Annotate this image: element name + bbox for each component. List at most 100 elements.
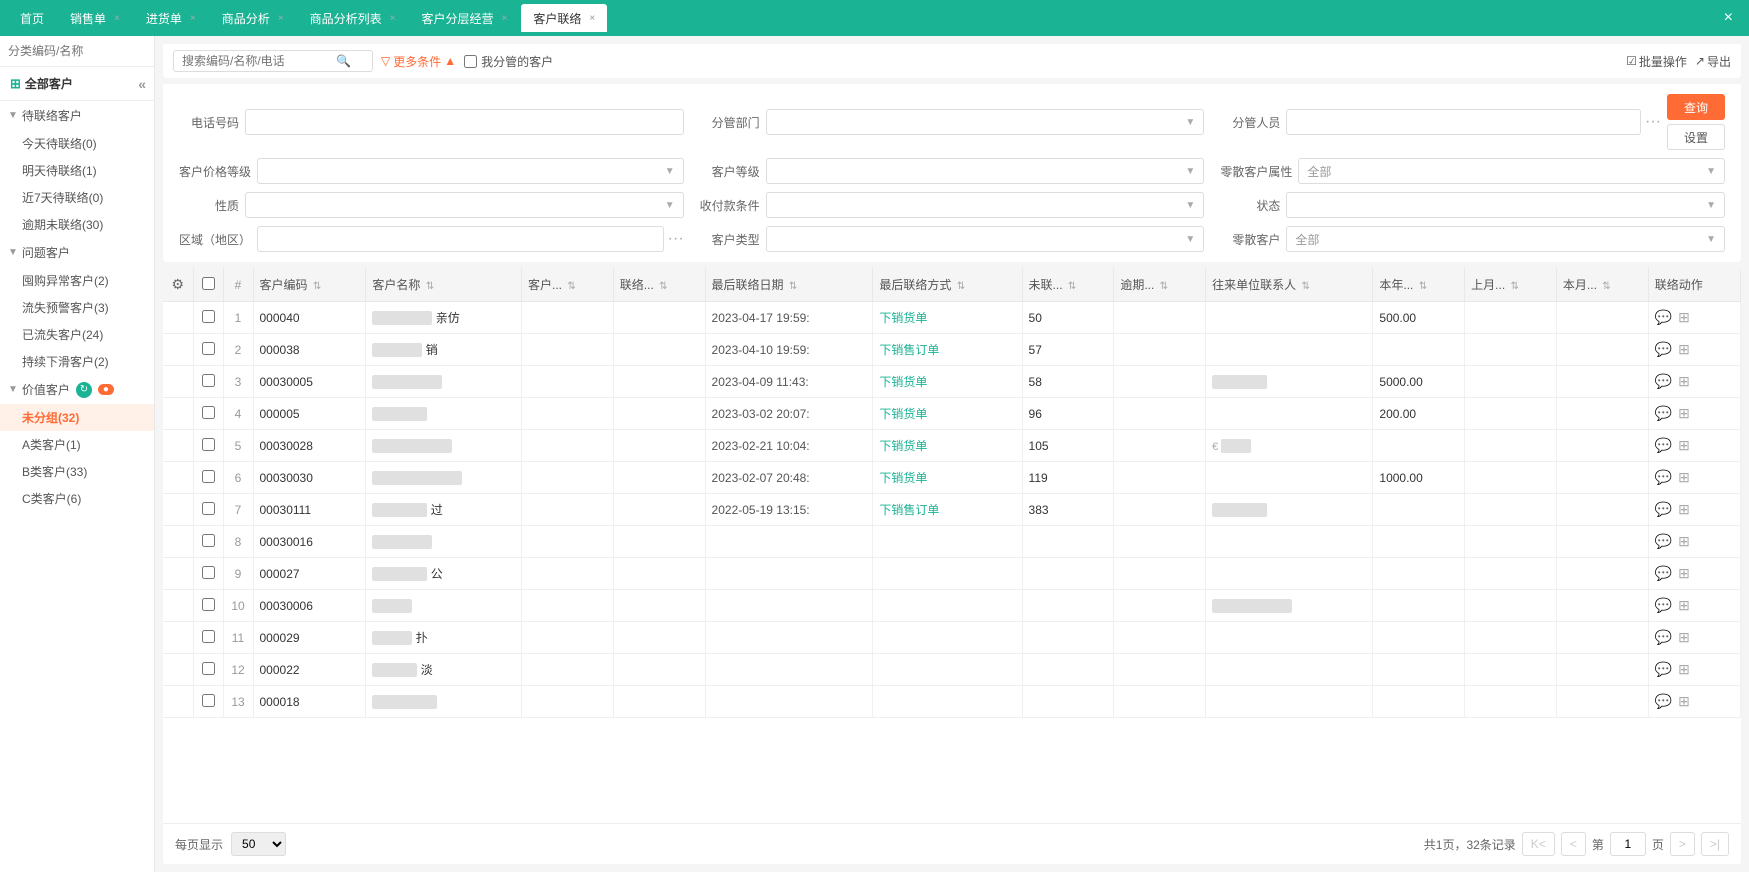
chat-action-icon[interactable]: 💬 [1655,501,1672,518]
value-refresh-icon[interactable]: ↻ [76,382,92,398]
gear-icon[interactable]: ⚙ [171,276,184,292]
chat-action-icon[interactable]: 💬 [1655,341,1672,358]
more-action-icon[interactable]: ⊞ [1678,373,1690,390]
row-checkbox[interactable] [202,310,215,323]
more-action-icon[interactable]: ⊞ [1678,405,1690,422]
row-check[interactable] [193,366,223,398]
th-last-method[interactable]: 最后联络方式 ⇅ [873,268,1022,302]
row-last-method[interactable]: 下销货单 [873,398,1022,430]
my-customers-checkbox[interactable] [464,55,477,68]
row-check[interactable] [193,430,223,462]
more-action-icon[interactable]: ⊞ [1678,437,1690,454]
sidebar-item-abnormal[interactable]: 囤购异常客户(2) [0,267,154,294]
row-check[interactable] [193,654,223,686]
th-this-month[interactable]: 本月... ⇅ [1556,268,1648,302]
search-icon[interactable]: 🔍 [336,54,351,68]
row-checkbox[interactable] [202,630,215,643]
nature-select[interactable]: ▼ [245,192,684,218]
per-page-select[interactable]: 50 100 200 [231,832,286,856]
row-check[interactable] [193,590,223,622]
row-checkbox[interactable] [202,598,215,611]
manager-dots-btn[interactable]: ··· [1645,113,1661,131]
last-method-link[interactable]: 下销货单 [879,375,927,389]
tab-home[interactable]: 首页 [8,4,56,32]
chat-action-icon[interactable]: 💬 [1655,437,1672,454]
row-check[interactable] [193,526,223,558]
row-checkbox[interactable] [202,470,215,483]
price-level-select[interactable]: ▼ [257,158,684,184]
close-sales-tab[interactable]: × [114,13,120,24]
last-method-link[interactable]: 下销货单 [879,311,927,325]
sidebar-item-b-class[interactable]: B类客户(33) [0,458,154,485]
row-check[interactable] [193,622,223,654]
chat-action-icon[interactable]: 💬 [1655,469,1672,486]
chat-action-icon[interactable]: 💬 [1655,597,1672,614]
sidebar-search-input[interactable] [8,44,155,58]
last-method-link[interactable]: 下销售订单 [879,503,939,517]
tab-customer-tier[interactable]: 客户分层经营 × [409,4,519,32]
row-checkbox[interactable] [202,438,215,451]
row-last-method[interactable] [873,590,1022,622]
table-scroll-area[interactable]: ⚙ # 客户编码 ⇅ 客户名称 [163,268,1741,823]
sidebar-item-7day-pending[interactable]: 近7天待联络(0) [0,184,154,211]
row-check[interactable] [193,302,223,334]
row-checkbox[interactable] [202,406,215,419]
sidebar-group-problem[interactable]: ▼ 问题客户 [0,238,154,267]
row-last-method[interactable] [873,654,1022,686]
tab-product-list[interactable]: 商品分析列表 × [298,4,408,32]
row-check[interactable] [193,686,223,718]
sidebar-item-churn-warning[interactable]: 流失预警客户(3) [0,294,154,321]
first-page-btn[interactable]: K< [1522,832,1555,856]
close-product-analysis-tab[interactable]: × [278,13,284,24]
tab-product-analysis[interactable]: 商品分析 × [210,4,296,32]
customer-type-select[interactable]: ▼ [766,226,1205,252]
sidebar-item-churned[interactable]: 已流失客户(24) [0,321,154,348]
more-action-icon[interactable]: ⊞ [1678,629,1690,646]
row-checkbox[interactable] [202,566,215,579]
sidebar-item-declining[interactable]: 持续下滑客户(2) [0,348,154,375]
query-button[interactable]: 查询 [1667,94,1725,120]
th-settings[interactable]: ⚙ [163,268,193,302]
payment-select[interactable]: ▼ [766,192,1205,218]
status-select[interactable]: ▼ [1286,192,1725,218]
search-input[interactable] [182,54,332,68]
prev-page-btn[interactable]: < [1561,832,1586,856]
th-last-date[interactable]: 最后联络日期 ⇅ [705,268,873,302]
tab-sales[interactable]: 销售单 × [58,4,132,32]
sidebar-collapse-icon[interactable]: « [138,76,146,92]
row-last-method[interactable] [873,558,1022,590]
row-last-method[interactable] [873,526,1022,558]
close-purchase-tab[interactable]: × [190,13,196,24]
chat-action-icon[interactable]: 💬 [1655,533,1672,550]
chat-action-icon[interactable]: 💬 [1655,373,1672,390]
more-action-icon[interactable]: ⊞ [1678,565,1690,582]
sidebar-group-pending[interactable]: ▼ 待联络客户 [0,101,154,130]
th-contacts-person[interactable]: 往来单位联系人 ⇅ [1206,268,1373,302]
more-action-icon[interactable]: ⊞ [1678,469,1690,486]
row-last-method[interactable]: 下销售订单 [873,494,1022,526]
reset-button[interactable]: 设置 [1667,124,1725,150]
select-all-checkbox[interactable] [202,277,215,290]
close-product-list-tab[interactable]: × [390,13,396,24]
row-check[interactable] [193,494,223,526]
th-this-year[interactable]: 本年... ⇅ [1373,268,1465,302]
sidebar-group-value[interactable]: ▼ 价值客户 ↻ ● [0,375,154,404]
page-input[interactable] [1610,832,1646,856]
last-method-link[interactable]: 下销售订单 [879,343,939,357]
th-overdue[interactable]: 逾期... ⇅ [1114,268,1206,302]
more-conditions-btn[interactable]: ▽ 更多条件 ▲ [381,53,456,70]
batch-operation-btn[interactable]: ☑ 批量操作 [1626,53,1687,70]
close-all-button[interactable]: × [1716,9,1741,27]
row-last-method[interactable]: 下销货单 [873,430,1022,462]
th-check[interactable] [193,268,223,302]
th-customer-level[interactable]: 客户... ⇅ [522,268,614,302]
last-method-link[interactable]: 下销货单 [879,439,927,453]
sidebar-item-overdue-pending[interactable]: 逾期未联络(30) [0,211,154,238]
more-action-icon[interactable]: ⊞ [1678,597,1690,614]
row-last-method[interactable]: 下销货单 [873,462,1022,494]
row-checkbox[interactable] [202,694,215,707]
sidebar-item-a-class[interactable]: A类客户(1) [0,431,154,458]
scattered-attr-select[interactable]: 全部 ▼ [1298,158,1725,184]
row-check[interactable] [193,462,223,494]
region-input[interactable] [257,226,664,252]
